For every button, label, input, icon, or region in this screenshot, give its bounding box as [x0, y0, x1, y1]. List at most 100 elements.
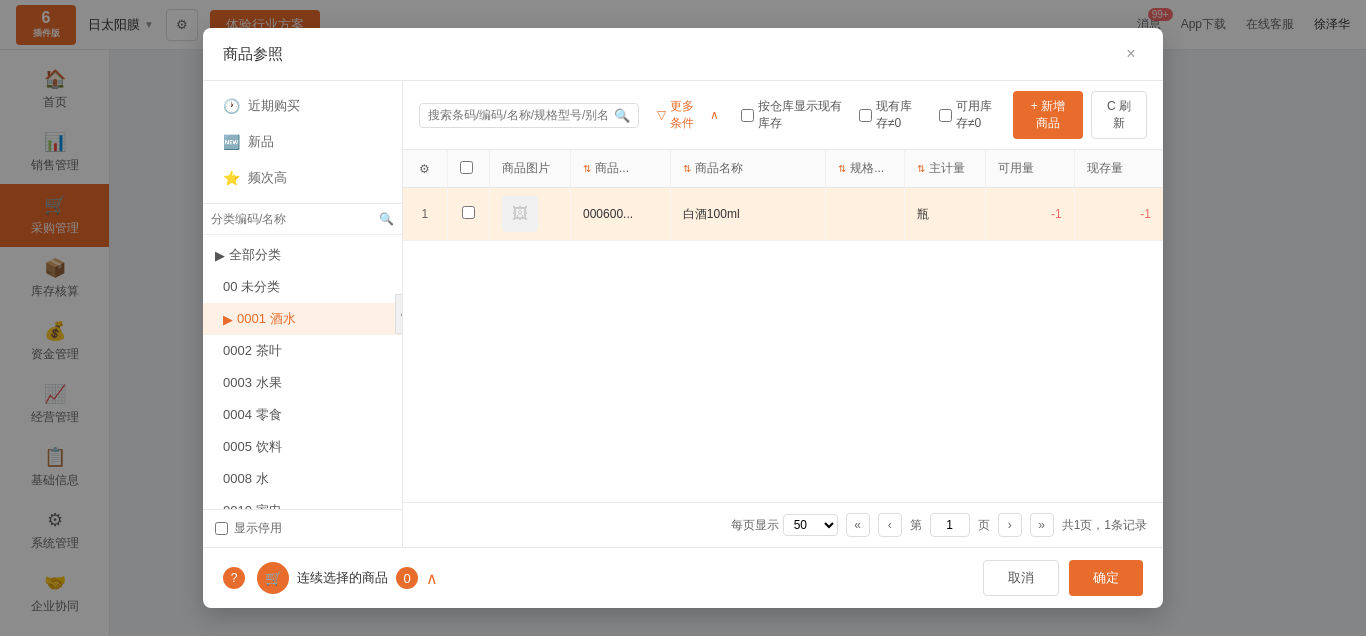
cart-icon: 🛒	[257, 562, 289, 594]
warehouse-label: 按仓库显示现有库存	[758, 98, 843, 132]
category-tea[interactable]: 0002 茶叶	[203, 335, 402, 367]
confirm-button[interactable]: 确定	[1069, 560, 1143, 596]
first-page-button[interactable]: «	[846, 513, 870, 537]
left-panel: 🕐 近期购买 🆕 新品 ⭐ 频次高 «	[203, 81, 403, 547]
category-fruit-label: 0003 水果	[223, 374, 282, 392]
row-image: 🖼	[490, 188, 571, 241]
tab-recent[interactable]: 🕐 近期购买	[211, 89, 394, 123]
category-water-label: 0008 水	[223, 470, 269, 488]
table-row[interactable]: 1 🖼 000600... 白酒100ml	[403, 188, 1163, 241]
category-all-label: 全部分类	[229, 246, 281, 264]
product-thumbnail: 🖼	[502, 196, 538, 232]
frequent-icon: ⭐	[223, 170, 240, 186]
available-filter[interactable]: 现有库存≠0	[859, 98, 923, 132]
th-code[interactable]: ⇅ 商品...	[571, 150, 671, 188]
category-beverage[interactable]: 0005 饮料	[203, 431, 402, 463]
category-water[interactable]: 0008 水	[203, 463, 402, 495]
row-num: 1	[403, 188, 447, 241]
last-page-button[interactable]: »	[1030, 513, 1054, 537]
modal-header: 商品参照 ×	[203, 28, 1163, 81]
next-page-button[interactable]: ›	[998, 513, 1022, 537]
page-number-input[interactable]	[930, 513, 970, 537]
available-checkbox[interactable]	[859, 109, 872, 122]
tab-recent-label: 近期购买	[248, 97, 300, 115]
filter-button[interactable]: ▽ 更多条件 ∧	[649, 94, 727, 136]
prev-page-button[interactable]: ‹	[878, 513, 902, 537]
select-all-checkbox[interactable]	[460, 161, 473, 174]
warehouse-checkbox[interactable]	[741, 109, 754, 122]
tab-frequent[interactable]: ⭐ 频次高	[211, 161, 394, 195]
filter-collapse-icon: ∧	[710, 108, 719, 122]
cart-area: 🛒 连续选择的商品 0 ∧	[257, 562, 438, 594]
usable-label: 可用库存≠0	[956, 98, 1003, 132]
category-all[interactable]: ▶ 全部分类	[203, 239, 402, 271]
row-checkbox[interactable]	[447, 188, 489, 241]
per-page-dropdown[interactable]: 50 100 200	[783, 514, 838, 536]
th-image: 商品图片	[490, 150, 571, 188]
modal-overlay: 商品参照 × 🕐 近期购买 🆕 新品 ⭐	[0, 0, 1366, 636]
footer-actions: 取消 确定	[983, 560, 1143, 596]
collapse-up-button[interactable]: ∧	[426, 569, 438, 588]
category-beverage-label: 0005 饮料	[223, 438, 282, 456]
left-panel-tabs: 🕐 近期购买 🆕 新品 ⭐ 频次高	[203, 81, 402, 204]
available-label: 现有库存≠0	[876, 98, 923, 132]
product-search-icon[interactable]: 🔍	[614, 108, 630, 123]
sort-icon-spec: ⇅	[838, 163, 846, 174]
th-unit[interactable]: ⇅ 主计量	[904, 150, 985, 188]
row-code: 000600...	[571, 188, 671, 241]
filter-icon: ▽	[657, 108, 666, 122]
all-arrow: ▶	[215, 248, 225, 263]
modal-close-button[interactable]: ×	[1119, 42, 1143, 66]
category-snack[interactable]: 0004 零食	[203, 399, 402, 431]
th-stock: 现存量	[1074, 150, 1163, 188]
category-fruit[interactable]: 0003 水果	[203, 367, 402, 399]
help-button[interactable]: ?	[223, 567, 245, 589]
toolbar-right: + 新增商品 C 刷新	[1013, 91, 1147, 139]
show-disabled-row: 显示停用	[203, 509, 402, 547]
category-liquor-label: 0001 酒水	[237, 310, 296, 328]
recent-icon: 🕐	[223, 98, 240, 114]
warehouse-filter[interactable]: 按仓库显示现有库存	[741, 98, 843, 132]
refresh-button[interactable]: C 刷新	[1091, 91, 1147, 139]
category-search-input[interactable]	[211, 212, 375, 226]
page-label: 第	[910, 517, 922, 534]
filter-checkboxes: 按仓库显示现有库存 现有库存≠0 可用库存≠0	[741, 98, 1003, 132]
cancel-button[interactable]: 取消	[983, 560, 1059, 596]
usable-filter[interactable]: 可用库存≠0	[939, 98, 1003, 132]
category-uncategorized[interactable]: 00 未分类	[203, 271, 402, 303]
liquor-arrow: ▶	[223, 312, 233, 327]
category-appliance[interactable]: 0010 家电	[203, 495, 402, 509]
tab-frequent-label: 频次高	[248, 169, 287, 187]
category-uncategorized-label: 00 未分类	[223, 278, 280, 296]
th-name[interactable]: ⇅ 商品名称	[670, 150, 825, 188]
row-spec	[826, 188, 905, 241]
add-product-button[interactable]: + 新增商品	[1013, 91, 1083, 139]
modal-body: 🕐 近期购买 🆕 新品 ⭐ 频次高 «	[203, 81, 1163, 547]
modal: 商品参照 × 🕐 近期购买 🆕 新品 ⭐	[203, 28, 1163, 608]
collapse-panel-button[interactable]: «	[395, 294, 403, 334]
sort-icon-name: ⇅	[683, 163, 691, 174]
th-settings: ⚙	[403, 150, 447, 188]
new-icon: 🆕	[223, 134, 240, 150]
category-snack-label: 0004 零食	[223, 406, 282, 424]
right-panel: 🔍 ▽ 更多条件 ∧ 按仓库显示现有库存 现	[403, 81, 1163, 547]
category-tea-label: 0002 茶叶	[223, 342, 282, 360]
category-list: ▶ 全部分类 00 未分类 ▶ 0001 酒水 0002 茶叶 0003 水果	[203, 235, 402, 509]
pagination: 每页显示 50 100 200 « ‹ 第 页 › » 共1页，1条记录	[403, 502, 1163, 547]
filter-label: 更多条件	[670, 98, 706, 132]
tab-new-label: 新品	[248, 133, 274, 151]
tab-new[interactable]: 🆕 新品	[211, 125, 394, 159]
category-search-icon[interactable]: 🔍	[379, 212, 394, 226]
product-search-input[interactable]	[428, 108, 608, 122]
category-appliance-label: 0010 家电	[223, 502, 282, 509]
th-spec[interactable]: ⇅ 规格...	[826, 150, 905, 188]
sort-icon-code: ⇅	[583, 163, 591, 174]
usable-checkbox[interactable]	[939, 109, 952, 122]
th-available: 可用量	[985, 150, 1074, 188]
row-name: 白酒100ml	[670, 188, 825, 241]
category-liquor[interactable]: ▶ 0001 酒水	[203, 303, 402, 335]
page-size-select: 每页显示 50 100 200	[731, 514, 838, 536]
show-disabled-checkbox[interactable]	[215, 522, 228, 535]
toolbar: 🔍 ▽ 更多条件 ∧ 按仓库显示现有库存 现	[403, 81, 1163, 150]
cart-count: 0	[396, 567, 418, 589]
